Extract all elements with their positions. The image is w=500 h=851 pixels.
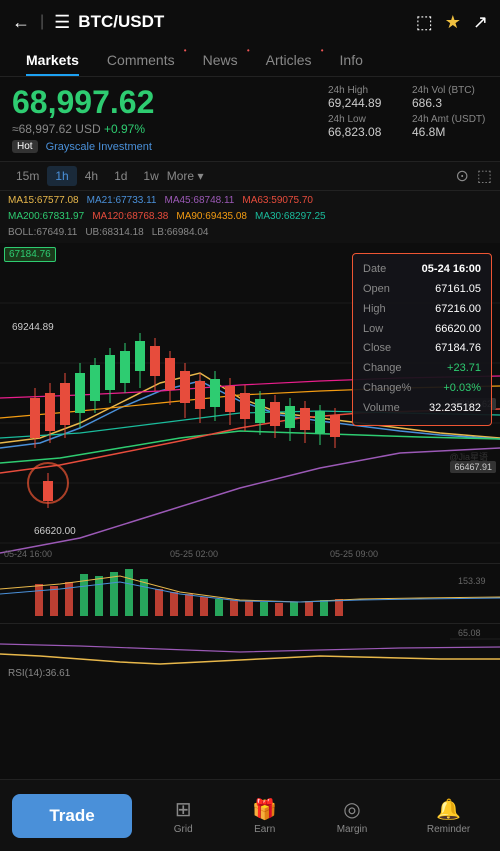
price-stats: 24h High 69,244.89 24h Vol (BTC) 686.3 2… (328, 85, 488, 153)
ma-indicators: MA15:67577.08 MA21:67733.11 MA45:68748.1… (0, 191, 500, 243)
interval-1w[interactable]: 1w (135, 166, 166, 186)
svg-text:65.08: 65.08 (458, 628, 481, 638)
earn-icon: 🎁 (252, 797, 277, 822)
hot-badge: Hot (12, 140, 38, 153)
volume-area: 153.39 VOL:32.235182 MA5:56.964715 MA10:… (0, 563, 500, 623)
stat-24h-vol-btc: 24h Vol (BTC) 686.3 (412, 85, 488, 110)
ohlc-changepct-row: Change% +0.03% (363, 379, 481, 399)
chart-area[interactable]: 69244.89 67330.62 66467.91 67184.76 6662… (0, 243, 500, 563)
header-icons: ⬚ ★ ↗ (416, 12, 488, 33)
trade-button[interactable]: Trade (12, 794, 132, 838)
star-icon[interactable]: ★ (445, 12, 461, 33)
bottom-nav: Trade ⊞ Grid 🎁 Earn ◎ Margin 🔔 Reminder (0, 779, 500, 851)
grid-icon: ⊞ (175, 797, 192, 822)
rsi-chart: 65.08 (0, 624, 500, 679)
ma45: MA45:68748.11 (165, 193, 235, 209)
time-label-3: 05-25 09:00 (330, 549, 378, 559)
menu-icon[interactable]: ☰ (54, 12, 70, 33)
time-label-1: 05-24 16:00 (4, 549, 52, 559)
header: ← | ☰ BTC/USDT ⬚ ★ ↗ (0, 0, 500, 44)
left-price-1: 67184.76 (4, 247, 56, 262)
price-usd: ≈68,997.62 USD +0.97% (12, 122, 328, 136)
price-stat-row-1: 24h High 69,244.89 24h Vol (BTC) 686.3 (328, 85, 488, 110)
price-section: 68,997.62 ≈68,997.62 USD +0.97% Hot Gray… (0, 77, 500, 161)
interval-more[interactable]: More ▾ (167, 169, 204, 183)
ohlc-low-row: Low 66620.00 (363, 320, 481, 340)
ma-row-2: MA200:67831.97 MA120:68768.38 MA90:69435… (8, 209, 492, 225)
tab-comments[interactable]: Comments (93, 44, 189, 76)
ma30: MA30:68297.25 (255, 209, 326, 225)
ma90: MA90:69435.08 (176, 209, 247, 225)
rsi-label: RSI(14):36.61 (8, 668, 70, 679)
nav-earn[interactable]: 🎁 Earn (252, 797, 277, 835)
price-change: +0.97% (104, 122, 145, 136)
hot-row: Hot Grayscale Investment (12, 140, 328, 153)
nav-items: ⊞ Grid 🎁 Earn ◎ Margin 🔔 Reminder (144, 797, 500, 835)
tab-markets[interactable]: Markets (12, 44, 93, 76)
svg-text:153.39: 153.39 (458, 576, 486, 586)
ohlc-popup: Date 05-24 16:00 Open 67161.05 High 6721… (352, 253, 492, 425)
ohlc-open-row: Open 67161.05 (363, 280, 481, 300)
interval-15m[interactable]: 15m (8, 166, 47, 186)
interval-icons: ⊙ ⬚ (455, 166, 492, 186)
fullscreen-icon[interactable]: ⬚ (477, 166, 492, 186)
tab-info[interactable]: Info (326, 44, 377, 76)
price-stat-row-2: 24h Low 66,823.08 24h Amt (USDT) 46.8M (328, 114, 488, 139)
ohlc-close-row: Close 67184.76 (363, 339, 481, 359)
rsi-area: 65.08 RSI(14):36.61 (0, 623, 500, 683)
stat-24h-low: 24h Low 66,823.08 (328, 114, 404, 139)
watermark: @Jia星语 (449, 450, 488, 463)
boll: BOLL:67649.11 (8, 225, 77, 241)
reminder-icon: 🔔 (436, 797, 461, 822)
back-icon[interactable]: ← (12, 12, 30, 33)
interval-tabs: 15m 1h 4h 1d 1w More ▾ ⊙ ⬚ (0, 161, 500, 191)
ma63: MA63:59075.70 (242, 193, 313, 209)
interval-4h[interactable]: 4h (77, 166, 106, 186)
ohlc-change-row: Change +23.71 (363, 359, 481, 379)
settings-icon[interactable]: ⊙ (455, 166, 468, 186)
grayscale-tag[interactable]: Grayscale Investment (46, 141, 152, 153)
ub: UB:68314.18 (85, 225, 143, 241)
ma-row-3: BOLL:67649.11 UB:68314.18 LB:66984.04 (8, 225, 492, 241)
reminder-label: Reminder (427, 824, 470, 835)
ohlc-date-row: Date 05-24 16:00 (363, 260, 481, 280)
ma15: MA15:67577.08 (8, 193, 79, 209)
tab-news[interactable]: News (189, 44, 252, 76)
tabs: Markets Comments News Articles Info (0, 44, 500, 77)
nav-reminder[interactable]: 🔔 Reminder (427, 797, 470, 835)
share-icon[interactable]: ↗ (473, 12, 488, 33)
stat-24h-amt-usdt: 24h Amt (USDT) 46.8M (412, 114, 488, 139)
copy-icon[interactable]: ⬚ (416, 12, 433, 33)
ma-row-1: MA15:67577.08 MA21:67733.11 MA45:68748.1… (8, 193, 492, 209)
ma21: MA21:67733.11 (87, 193, 157, 209)
high-price-label: 69244.89 (8, 321, 58, 334)
page-title: BTC/USDT (78, 12, 164, 32)
interval-1h[interactable]: 1h (47, 166, 76, 186)
tab-articles[interactable]: Articles (252, 44, 326, 76)
time-labels: 05-24 16:00 05-25 02:00 05-25 09:00 (0, 545, 500, 563)
nav-grid[interactable]: ⊞ Grid (174, 797, 193, 835)
main-price: 68,997.62 (12, 85, 328, 120)
interval-1d[interactable]: 1d (106, 166, 135, 186)
time-label-2: 05-25 02:00 (170, 549, 218, 559)
volume-chart: 153.39 (0, 564, 500, 624)
header-left: ← | ☰ BTC/USDT (12, 12, 164, 33)
ohlc-volume-row: Volume 32.235182 (363, 399, 481, 419)
left-price-2: 66620.00 (30, 525, 80, 538)
margin-icon: ◎ (343, 797, 360, 822)
earn-label: Earn (254, 824, 275, 835)
price-left: 68,997.62 ≈68,997.62 USD +0.97% Hot Gray… (12, 85, 328, 153)
lb: LB:66984.04 (152, 225, 209, 241)
ohlc-high-row: High 67216.00 (363, 300, 481, 320)
ma200: MA200:67831.97 (8, 209, 84, 225)
stat-24h-high: 24h High 69,244.89 (328, 85, 404, 110)
margin-label: Margin (337, 824, 368, 835)
grid-label: Grid (174, 824, 193, 835)
nav-margin[interactable]: ◎ Margin (337, 797, 368, 835)
ma120: MA120:68768.38 (92, 209, 168, 225)
